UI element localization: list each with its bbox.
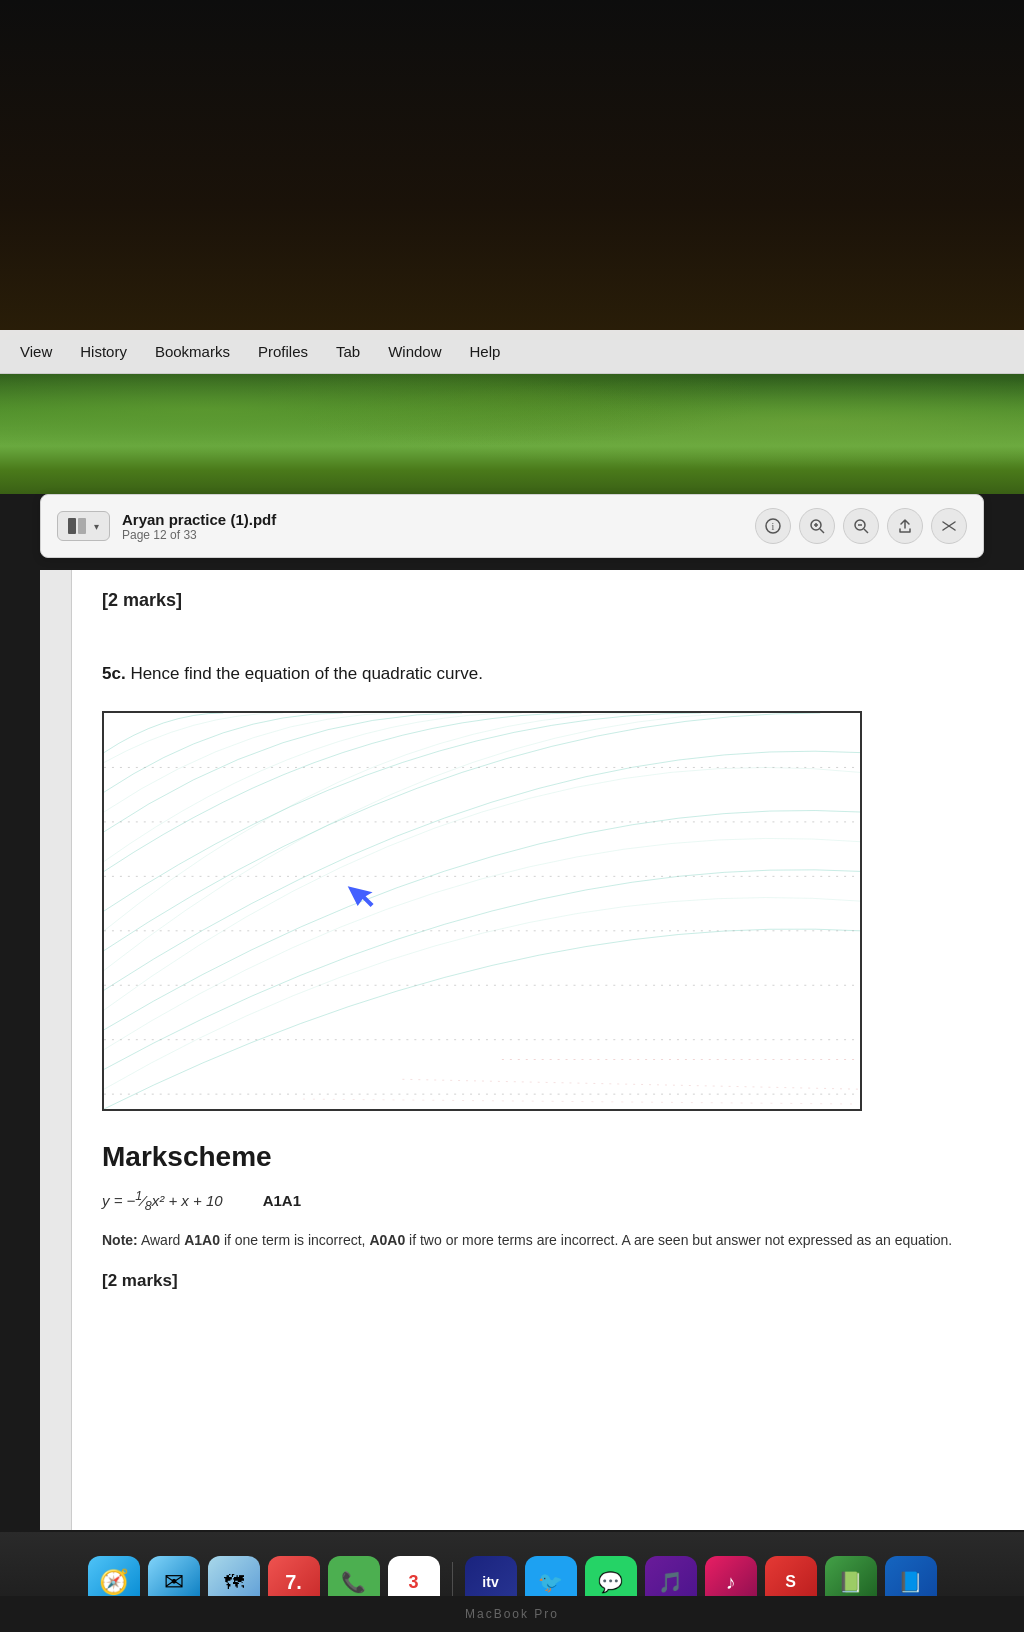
- nature-banner: [0, 374, 1024, 494]
- note-bold-label: Note:: [102, 1232, 138, 1248]
- svg-line-17: [402, 1079, 860, 1089]
- info-button[interactable]: i: [755, 508, 791, 544]
- pdf-title-area: Aryan practice (1).pdf Page 12 of 33: [122, 511, 743, 542]
- menu-profiles[interactable]: Profiles: [258, 343, 308, 360]
- pdf-margin: [40, 570, 72, 1530]
- svg-text:i: i: [772, 521, 775, 532]
- macbook-label: MacBook Pro: [465, 1607, 559, 1621]
- menu-view[interactable]: View: [20, 343, 52, 360]
- svg-line-3: [820, 529, 824, 533]
- pdf-filename: Aryan practice (1).pdf: [122, 511, 743, 528]
- chevron-down-icon: ▾: [94, 521, 99, 532]
- zoom-in-button[interactable]: [799, 508, 835, 544]
- menu-bookmarks[interactable]: Bookmarks: [155, 343, 230, 360]
- pdf-page-info: Page 12 of 33: [122, 528, 743, 542]
- menu-tab[interactable]: Tab: [336, 343, 360, 360]
- svg-line-18: [303, 1099, 860, 1104]
- pdf-content: [2 marks] 5c. Hence find the equation of…: [40, 570, 1024, 1530]
- markscheme-section: Markscheme y = −1⁄8x² + x + 10 A1A1 Note…: [102, 1141, 994, 1291]
- browser-header: [0, 374, 1024, 494]
- question-5c: 5c. Hence find the equation of the quadr…: [102, 661, 994, 687]
- svg-marker-19: [348, 886, 374, 907]
- menu-bar: View History Bookmarks Profiles Tab Wind…: [0, 330, 1024, 374]
- pdf-toolbar-buttons: i: [755, 508, 967, 544]
- share-button[interactable]: [887, 508, 923, 544]
- menu-window[interactable]: Window: [388, 343, 441, 360]
- award-label: A1A1: [263, 1192, 301, 1209]
- pdf-toolbar: ▾ Aryan practice (1).pdf Page 12 of 33 i: [40, 494, 984, 558]
- zoom-out-button[interactable]: [843, 508, 879, 544]
- question-number: 5c.: [102, 664, 126, 683]
- formula-expression: y = −1⁄8x² + x + 10: [102, 1189, 223, 1213]
- menu-help[interactable]: Help: [470, 343, 501, 360]
- answer-box: .arc-teal { fill: none; stroke: rgba(100…: [102, 711, 862, 1111]
- markscheme-title: Markscheme: [102, 1141, 994, 1173]
- markscheme-formula: y = −1⁄8x² + x + 10 A1A1: [102, 1189, 994, 1213]
- physical-background: [0, 0, 1024, 340]
- question-body: Hence find the equation of the quadratic…: [130, 664, 483, 683]
- pdf-page-content: [2 marks] 5c. Hence find the equation of…: [72, 570, 1024, 1530]
- view-icon: [68, 518, 88, 534]
- svg-line-7: [864, 529, 868, 533]
- more-button[interactable]: [931, 508, 967, 544]
- note-text: Note: Award A1A0 if one term is incorrec…: [102, 1229, 994, 1251]
- pdf-view-toggle[interactable]: ▾: [57, 511, 110, 541]
- menu-history[interactable]: History: [80, 343, 127, 360]
- curved-lines-pattern: .arc-teal { fill: none; stroke: rgba(100…: [104, 713, 860, 1109]
- macbook-bar: MacBook Pro: [0, 1596, 1024, 1632]
- marks-label-top: [2 marks]: [102, 590, 994, 611]
- marks-label-bottom: [2 marks]: [102, 1271, 994, 1291]
